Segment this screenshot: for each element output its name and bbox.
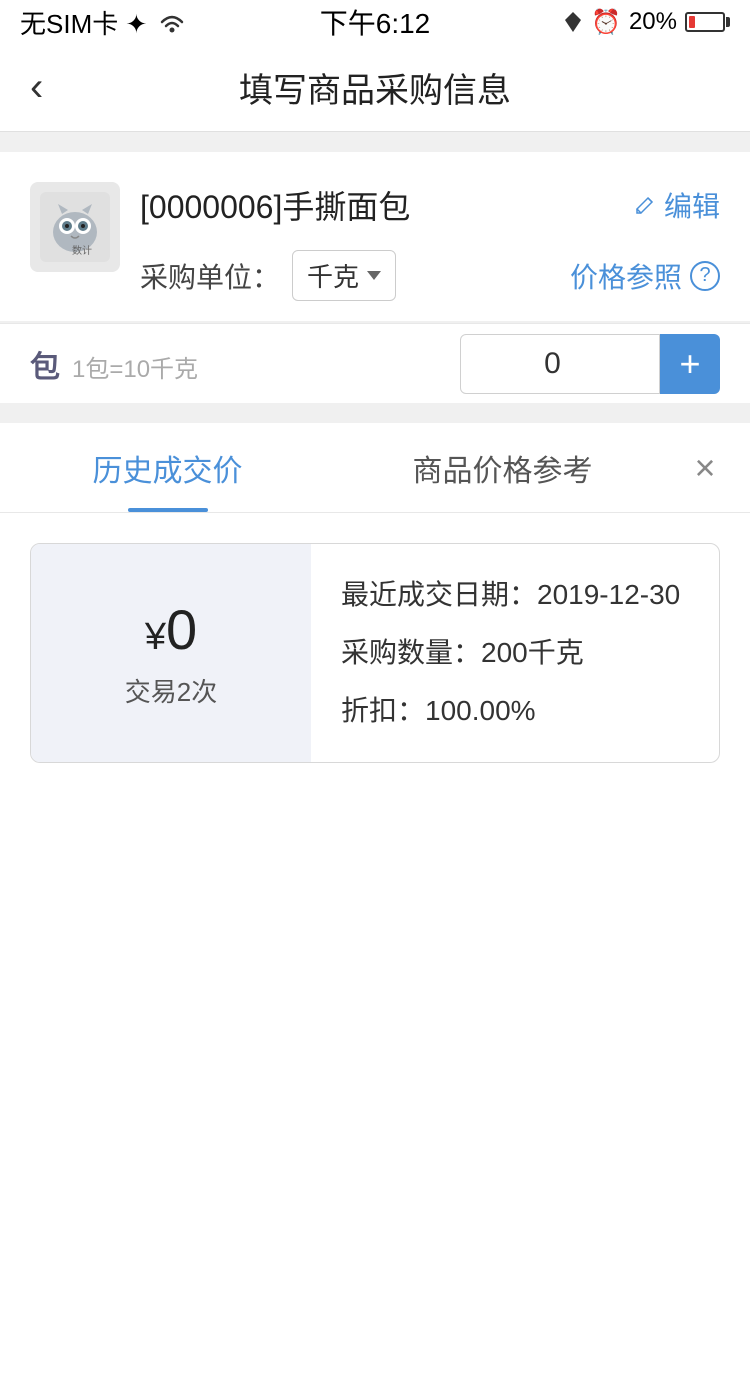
status-left: 无SIM卡 ✦ [20, 4, 187, 41]
edit-label: 编辑 [664, 185, 720, 225]
history-content: ¥0 交易2次 最近成交日期：2019-12-30 采购数量：200千克 折扣：… [0, 513, 750, 793]
chevron-down-icon [367, 271, 381, 280]
edit-icon [632, 192, 658, 218]
tab-product-price[interactable]: 商品价格参考 [335, 423, 670, 512]
recent-date-row: 最近成交日期：2019-12-30 [341, 574, 689, 616]
separator [0, 403, 750, 423]
price-number: 0 [166, 598, 197, 661]
wifi-icon [157, 11, 187, 33]
discount-label: 折扣： [341, 695, 425, 726]
carrier-text: 无SIM卡 ✦ [20, 4, 147, 41]
purchase-qty-row: 采购数量：200千克 [341, 632, 689, 674]
recent-date-value: 2019-12-30 [537, 579, 680, 610]
unit-value: 千克 [307, 257, 359, 294]
back-button[interactable]: ‹ [30, 55, 53, 120]
tab-close-button[interactable]: × [670, 433, 740, 503]
unit-label: 采购单位： [140, 256, 280, 296]
tab-product-label: 商品价格参考 [413, 446, 593, 490]
bottom-area [0, 793, 750, 1373]
svg-text:数计: 数计 [72, 244, 92, 257]
qty-plus-button[interactable]: + [660, 334, 720, 394]
product-unit-row: 采购单位： 千克 价格参照 ? [140, 250, 720, 301]
edit-button[interactable]: 编辑 [632, 185, 720, 225]
status-right: ⏰ 20% [563, 8, 730, 37]
package-icon: 包 [30, 342, 60, 386]
unit-left: 采购单位： 千克 [140, 250, 396, 301]
tab-active-indicator [128, 508, 208, 512]
discount-value: 100.00% [425, 695, 536, 726]
product-top: 数计 [0000006]手撕面包 编辑 [30, 182, 720, 301]
alarm-icon: ⏰ [591, 8, 621, 37]
battery-text: 20% [629, 8, 677, 36]
qty-label: 包 1包=10千克 [30, 342, 198, 386]
tab-history-price[interactable]: 历史成交价 [0, 423, 335, 512]
tab-panel: 历史成交价 商品价格参考 × ¥0 交易2次 最近成交日期：2019-12-30… [0, 423, 750, 1373]
location-icon [563, 10, 583, 34]
qty-input-box: + [460, 334, 720, 394]
product-title-row: [0000006]手撕面包 编辑 [140, 182, 720, 228]
help-icon: ? [690, 261, 720, 291]
product-logo: 数计 [40, 192, 110, 262]
price-ref-button[interactable]: 价格参照 ? [570, 256, 720, 296]
product-thumbnail: 数计 [30, 182, 120, 272]
product-name: [0000006]手撕面包 [140, 182, 410, 228]
qty-value: 200千克 [481, 637, 584, 668]
quantity-row: 包 1包=10千克 + [0, 323, 750, 403]
product-card: 数计 [0000006]手撕面包 编辑 [0, 152, 750, 321]
unit-select[interactable]: 千克 [292, 250, 396, 301]
history-price-value: ¥0 [145, 597, 197, 662]
history-details: 最近成交日期：2019-12-30 采购数量：200千克 折扣：100.00% [311, 544, 719, 762]
recent-date-label: 最近成交日期： [341, 579, 537, 610]
status-bar: 无SIM卡 ✦ 下午6:12 ⏰ 20% [0, 0, 750, 44]
product-info: [0000006]手撕面包 编辑 采购单位： [140, 182, 720, 301]
status-time: 下午6:12 [320, 2, 431, 42]
history-trades-count: 交易2次 [125, 672, 217, 709]
tabs-row: 历史成交价 商品价格参考 × [0, 423, 750, 513]
battery-icon [685, 12, 730, 32]
qty-label-text: 采购数量： [341, 637, 481, 668]
nav-bar: ‹ 填写商品采购信息 [0, 44, 750, 132]
history-card: ¥0 交易2次 最近成交日期：2019-12-30 采购数量：200千克 折扣：… [30, 543, 720, 763]
qty-hint: 1包=10千克 [72, 349, 198, 384]
discount-row: 折扣：100.00% [341, 690, 689, 732]
price-ref-label: 价格参照 [570, 256, 682, 296]
page-title: 填写商品采购信息 [239, 63, 511, 112]
currency-symbol: ¥ [145, 616, 166, 658]
tab-history-label: 历史成交价 [93, 446, 243, 490]
history-price-summary: ¥0 交易2次 [31, 544, 311, 762]
qty-input[interactable] [460, 334, 660, 394]
